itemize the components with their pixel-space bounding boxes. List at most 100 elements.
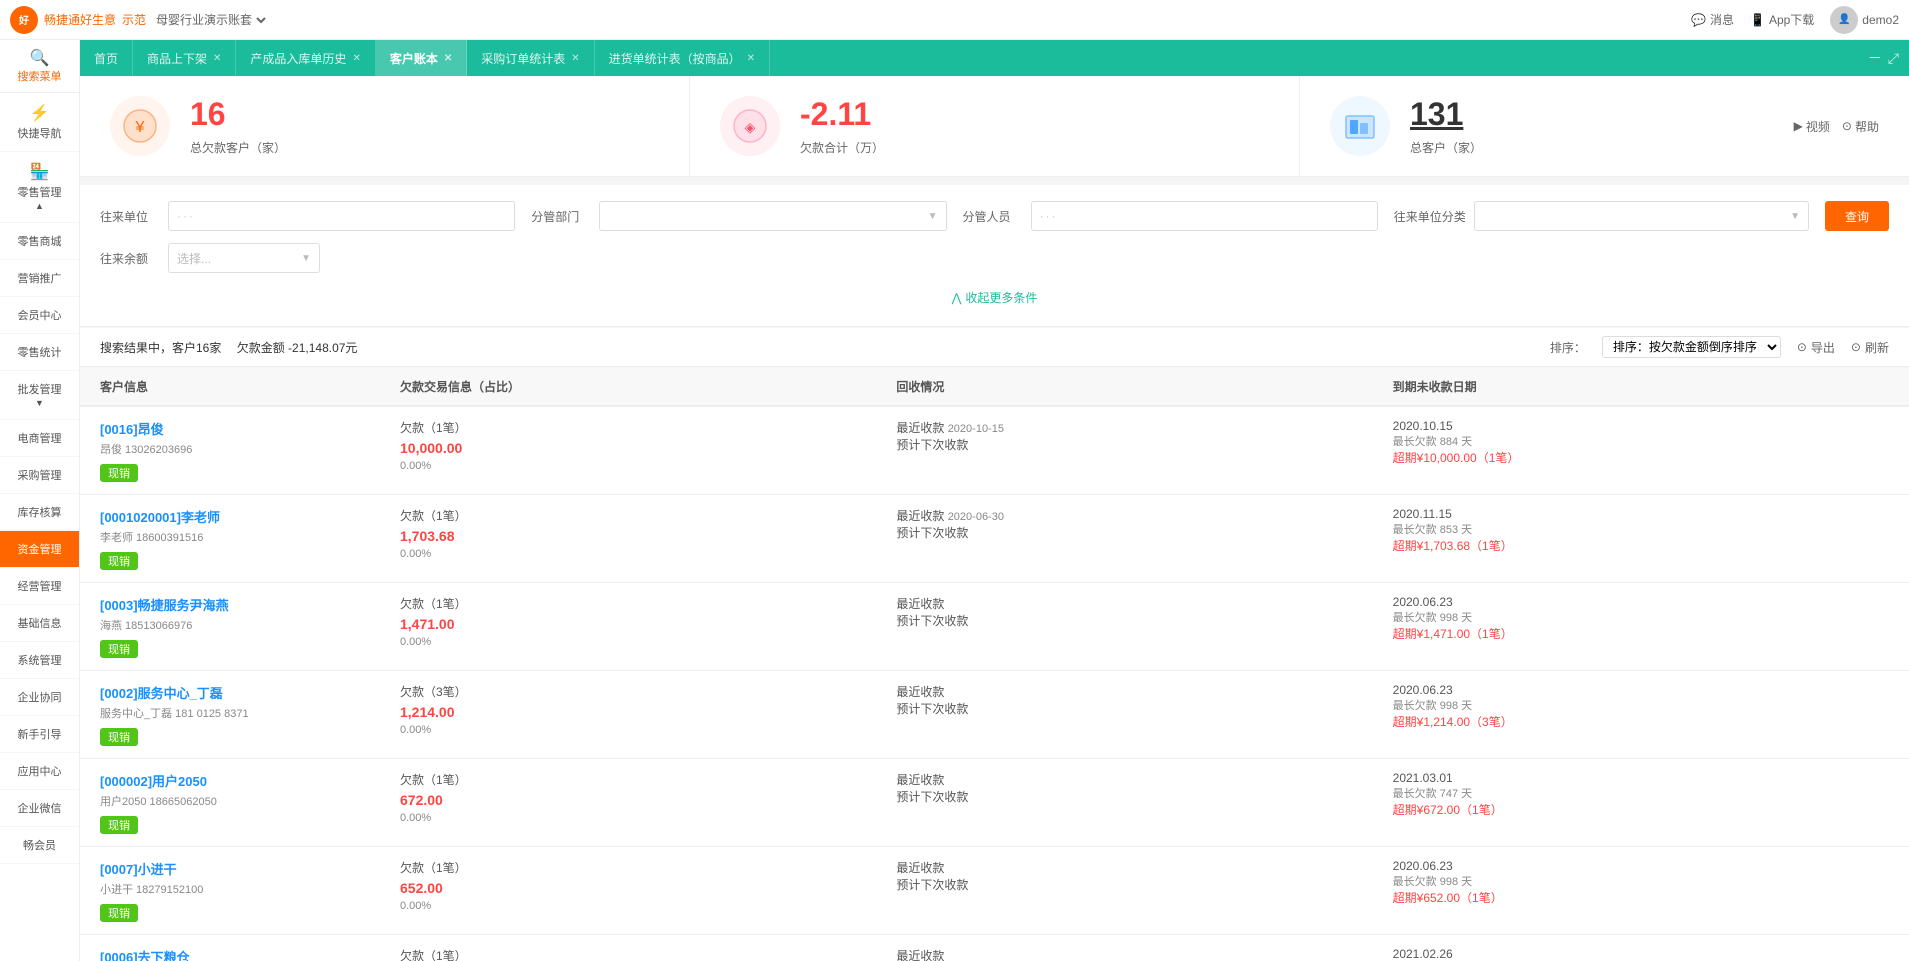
recovery-cell-6: 最近收款 预计下次收款 <box>896 947 1392 961</box>
overdue-link-4[interactable]: 超期¥672.00（1笔） <box>1393 801 1889 818</box>
due-cell-5: 2020.06.23 最长欠款 998 天 超期¥652.00（1笔） <box>1393 859 1889 906</box>
sidebar-item-finance[interactable]: 资金管理 <box>0 531 79 568</box>
export-btn[interactable]: ⊙ 导出 <box>1797 339 1835 356</box>
person-input[interactable]: ··· <box>1031 201 1378 231</box>
tab-purchase-order-stats[interactable]: 采购订单统计表 ✕ <box>467 40 594 76</box>
customer-cell-3: [0002]服务中心_丁磊 服务中心_丁磊 181 0125 8371 现销 <box>100 683 400 746</box>
app-download-btn[interactable]: 📱 App下载 <box>1750 11 1814 28</box>
sidebar-item-batch-mgmt[interactable]: 批发管理 ▼ <box>0 371 79 420</box>
industry-select[interactable]: 母婴行业演示账套 <box>152 12 269 28</box>
avatar: 👤 <box>1830 6 1858 34</box>
customer-contact-5: 小进干 18279152100 <box>100 881 400 897</box>
customer-name-0[interactable]: [0016]昂俊 <box>100 422 164 437</box>
video-action-btn[interactable]: ▶ 视频 <box>1794 118 1830 135</box>
customer-table: 客户信息 欠款交易信息（占比） 回收情况 到期未收款日期 [0016]昂俊 昂俊… <box>80 368 1909 961</box>
search-menu-btn[interactable]: 🔍 搜索菜单 <box>0 40 79 93</box>
quick-nav-icon: ⚡ <box>4 103 75 123</box>
user-avatar-area[interactable]: 👤 demo2 <box>1830 6 1899 34</box>
customer-tag-0: 现销 <box>100 464 138 482</box>
retail-mgmt-icon: 🏪 <box>4 162 75 182</box>
recovery-cell-1: 最近收款 2020-06-30 预计下次收款 <box>896 507 1392 541</box>
sidebar-item-marketing[interactable]: 营销推广 <box>0 260 79 297</box>
query-button[interactable]: 查询 <box>1825 201 1889 231</box>
debt-cell-2: 欠款（1笔） 1,471.00 0.00% <box>400 595 896 648</box>
due-cell-4: 2021.03.01 最长欠款 747 天 超期¥672.00（1笔） <box>1393 771 1889 818</box>
overdue-link-2[interactable]: 超期¥1,471.00（1笔） <box>1393 625 1889 642</box>
table-row: [0006]去下粮仓 陈小帅 现销 欠款（1笔） 455.90 0.00% 最近… <box>80 935 1909 961</box>
customer-name-5[interactable]: [0007]小进干 <box>100 862 177 877</box>
customer-tag-1: 现销 <box>100 552 138 570</box>
sidebar-item-retail-stats[interactable]: 零售统计 <box>0 334 79 371</box>
filter-row-1: 往来单位 ··· 分管部门 ▼ 分管人员 <box>100 201 1889 231</box>
tab-home[interactable]: 首页 <box>80 40 133 76</box>
sidebar-item-purchase[interactable]: 采购管理 <box>0 457 79 494</box>
close-tab-purchase-order-stats[interactable]: ✕ <box>571 53 579 64</box>
filter-person-label: 分管人员 <box>963 208 1023 225</box>
refresh-btn[interactable]: ⊙ 刷新 <box>1851 339 1889 356</box>
tab-maximize-icon[interactable]: ⤢ <box>1888 50 1899 67</box>
sidebar-item-retail-mgmt[interactable]: 🏪 零售管理 ▲ <box>0 152 79 223</box>
from-unit-input[interactable]: ··· <box>168 201 515 231</box>
customer-name-6[interactable]: [0006]去下粮仓 <box>100 950 190 961</box>
sidebar-item-business[interactable]: 经营管理 <box>0 568 79 605</box>
overdue-link-0[interactable]: 超期¥10,000.00（1笔） <box>1393 449 1889 466</box>
table-row: [0003]畅捷服务尹海燕 海燕 18513066976 现销 欠款（1笔） 1… <box>80 583 1909 671</box>
message-icon: 💬 <box>1691 13 1706 27</box>
stat-number-total-customers: 131 <box>1410 96 1482 133</box>
sidebar-item-retail-mall[interactable]: 零售商城 <box>0 223 79 260</box>
message-btn[interactable]: 💬 消息 <box>1691 11 1734 28</box>
close-tab-products-offline[interactable]: ✕ <box>213 53 221 64</box>
overdue-link-1[interactable]: 超期¥1,703.68（1笔） <box>1393 537 1889 554</box>
customer-cell-2: [0003]畅捷服务尹海燕 海燕 18513066976 现销 <box>100 595 400 658</box>
debt-cell-1: 欠款（1笔） 1,703.68 0.00% <box>400 507 896 560</box>
tab-customer-account[interactable]: 客户账本 ✕ <box>376 40 467 76</box>
due-cell-1: 2020.11.15 最长欠款 853 天 超期¥1,703.68（1笔） <box>1393 507 1889 554</box>
tab-products-offline[interactable]: 商品上下架 ✕ <box>133 40 236 76</box>
recovery-cell-2: 最近收款 预计下次收款 <box>896 595 1392 629</box>
overdue-link-5[interactable]: 超期¥652.00（1笔） <box>1393 889 1889 906</box>
table-row: [0002]服务中心_丁磊 服务中心_丁磊 181 0125 8371 现销 欠… <box>80 671 1909 759</box>
filter-from-unit: 往来单位 ··· <box>100 201 515 231</box>
debt-cell-4: 欠款（1笔） 672.00 0.00% <box>400 771 896 824</box>
customer-cell-4: [000002]用户2050 用户2050 18665062050 现销 <box>100 771 400 834</box>
tab-instock-stats[interactable]: 进货单统计表（按商品） ✕ <box>595 40 770 76</box>
customer-name-2[interactable]: [0003]畅捷服务尹海燕 <box>100 598 229 613</box>
filter-dept: 分管部门 ▼ <box>531 201 946 231</box>
sidebar-item-app-center[interactable]: 应用中心 <box>0 753 79 790</box>
tab-minimize-icon[interactable]: － <box>1868 48 1882 68</box>
balance-input[interactable]: 选择... ▼ <box>168 243 320 273</box>
sidebar-item-basic-info[interactable]: 基础信息 <box>0 605 79 642</box>
collapse-filter-btn[interactable]: ⋀ 收起更多条件 <box>948 285 1042 310</box>
dept-input[interactable]: ▼ <box>599 201 946 231</box>
filter-area: 往来单位 ··· 分管部门 ▼ 分管人员 <box>80 185 1909 327</box>
help-action-btn[interactable]: ⊙ 帮助 <box>1842 118 1879 135</box>
sort-select[interactable]: 排序：按欠款金额倒序排序 <box>1602 336 1781 358</box>
sidebar-item-ecommerce[interactable]: 电商管理 <box>0 420 79 457</box>
stat-icon-money: ¥ <box>110 96 170 156</box>
customer-name-3[interactable]: [0002]服务中心_丁磊 <box>100 686 223 701</box>
customer-contact-3: 服务中心_丁磊 181 0125 8371 <box>100 705 400 721</box>
customer-name-1[interactable]: [0001020001]李老师 <box>100 510 220 525</box>
sidebar-item-enterprise[interactable]: 企业协同 <box>0 679 79 716</box>
sidebar-item-guide[interactable]: 新手引导 <box>0 716 79 753</box>
unit-class-input[interactable]: ▼ <box>1474 201 1809 231</box>
close-tab-customer-account[interactable]: ✕ <box>444 53 452 64</box>
close-tab-instock-stats[interactable]: ✕ <box>747 53 755 64</box>
sidebar-item-weixin[interactable]: 企业微信 <box>0 790 79 827</box>
stat-label-overdue-customers: 总欠款客户（家） <box>190 139 286 156</box>
sidebar-item-system[interactable]: 系统管理 <box>0 642 79 679</box>
sidebar-item-quick-nav[interactable]: ⚡ 快捷导航 <box>0 93 79 152</box>
close-tab-production-history[interactable]: ✕ <box>352 53 360 64</box>
sidebar-item-vip[interactable]: 畅会员 <box>0 827 79 864</box>
stat-number-total-debt: -2.11 <box>800 96 884 133</box>
overdue-link-3[interactable]: 超期¥1,214.00（3笔） <box>1393 713 1889 730</box>
customer-name-4[interactable]: [000002]用户2050 <box>100 774 207 789</box>
customer-tag-4: 现销 <box>100 816 138 834</box>
sidebar-item-member[interactable]: 会员中心 <box>0 297 79 334</box>
video-icon: ▶ <box>1794 119 1803 133</box>
logo-text: 畅捷通好生意 <box>44 11 116 28</box>
sidebar-item-inventory[interactable]: 库存核算 <box>0 494 79 531</box>
filter-row-2: 往来余额 选择... ▼ <box>100 243 1889 273</box>
customer-contact-2: 海燕 18513066976 <box>100 617 400 633</box>
tab-production-history[interactable]: 产成品入库单历史 ✕ <box>236 40 375 76</box>
